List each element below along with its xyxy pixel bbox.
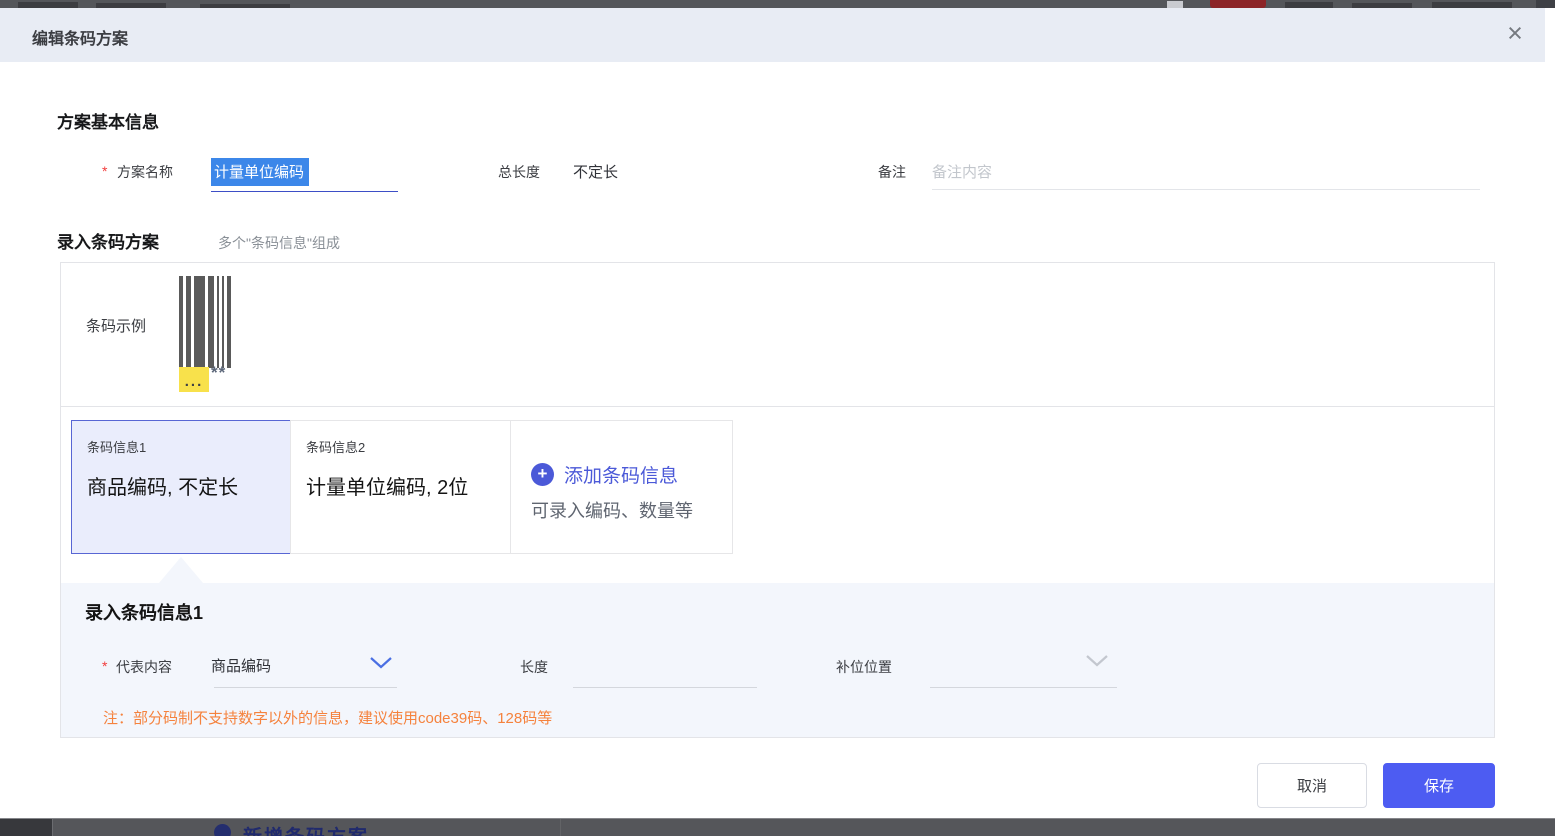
background-fragment (1167, 1, 1183, 8)
card-desc: 计量单位编码, 2位 (306, 477, 469, 499)
background-fragment (1536, 0, 1555, 8)
required-mark: * (102, 658, 108, 674)
background-page-top-strip (0, 0, 1555, 8)
background-add-scheme-icon (214, 824, 231, 836)
basic-info-section-title: 方案基本信息 (57, 113, 159, 132)
barcode-info-card-1[interactable]: 条码信息1 商品编码, 不定长 (71, 420, 291, 554)
background-page-bottom-strip: 新增条码方案 (0, 818, 1555, 836)
code-format-note: 注：部分码制不支持数字以外的信息，建议使用code39码、128码等 (103, 710, 553, 727)
add-barcode-info-hint: 可录入编码、数量等 (531, 501, 693, 521)
detail-title: 录入条码信息1 (85, 603, 204, 623)
background-add-scheme-text: 新增条码方案 (243, 822, 369, 836)
padding-position-select[interactable] (930, 655, 1117, 687)
content-select-value: 商品编码 (211, 658, 272, 675)
required-mark: * (102, 163, 108, 179)
chevron-down-icon (370, 657, 392, 669)
plus-icon: + (531, 463, 554, 486)
barcode-example-row: 条码示例 ... ** (61, 263, 1494, 407)
length-label: 长度 (520, 659, 548, 675)
total-length-value: 不定长 (573, 164, 619, 181)
barcode-dots: ... (184, 373, 204, 390)
content-select-underline (214, 687, 397, 688)
cancel-button[interactable]: 取消 (1257, 763, 1367, 808)
card-name: 条码信息2 (306, 440, 366, 455)
barcode-image (179, 276, 231, 368)
content-select[interactable]: 商品编码 (211, 655, 397, 687)
padding-position-label: 补位位置 (836, 659, 892, 675)
barcode-info-cards: 条码信息1 商品编码, 不定长 条码信息2 计量单位编码, 2位 + 添加条码信… (71, 420, 733, 554)
length-input-underline (573, 687, 757, 688)
edit-barcode-scheme-dialog: 编辑条码方案 × 方案基本信息 * 方案名称 计量单位编码 总长度 不定长 备注… (0, 0, 1555, 836)
scheme-name-label: 方案名称 (117, 164, 173, 180)
card-desc: 商品编码, 不定长 (87, 477, 239, 499)
barcode-stars: ** (211, 363, 227, 382)
add-barcode-info-button[interactable]: + 添加条码信息 可录入编码、数量等 (510, 420, 733, 554)
remark-label: 备注 (878, 164, 906, 180)
scheme-section-subtitle: 多个"条码信息"组成 (218, 235, 340, 251)
total-length-label: 总长度 (498, 164, 540, 180)
scheme-panel: 条码示例 ... ** 条码信息1 商品编码, 不定长 条码信息2 计量单位编码… (60, 262, 1495, 738)
add-barcode-info-label: 添加条码信息 (564, 466, 679, 487)
scheme-name-input[interactable]: 计量单位编码 (211, 156, 398, 192)
barcode-info-card-2[interactable]: 条码信息2 计量单位编码, 2位 (290, 420, 511, 554)
selected-card-caret (159, 557, 203, 583)
scheme-name-value: 计量单位编码 (211, 158, 310, 186)
save-button[interactable]: 保存 (1383, 763, 1495, 808)
background-red-badge (1210, 0, 1266, 8)
chevron-down-icon (1086, 655, 1108, 667)
remark-input[interactable] (932, 156, 1480, 190)
background-fragment (560, 819, 561, 836)
background-fragment (0, 819, 53, 836)
padding-select-underline (930, 687, 1117, 688)
barcode-example-label: 条码示例 (86, 318, 147, 335)
barcode-info-detail-panel: 录入条码信息1 * 代表内容 商品编码 长度 补位位置 注：部分码制不支持数字以… (61, 583, 1494, 737)
close-icon[interactable]: × (1500, 18, 1530, 48)
card-name: 条码信息1 (87, 440, 147, 455)
scheme-section-title: 录入条码方案 (57, 233, 159, 252)
dialog-header: 编辑条码方案 (0, 8, 1545, 62)
dialog-title: 编辑条码方案 (32, 31, 129, 48)
length-input[interactable] (573, 655, 757, 687)
barcode-highlight-segment: ... (179, 367, 209, 392)
content-label: 代表内容 (116, 659, 172, 675)
